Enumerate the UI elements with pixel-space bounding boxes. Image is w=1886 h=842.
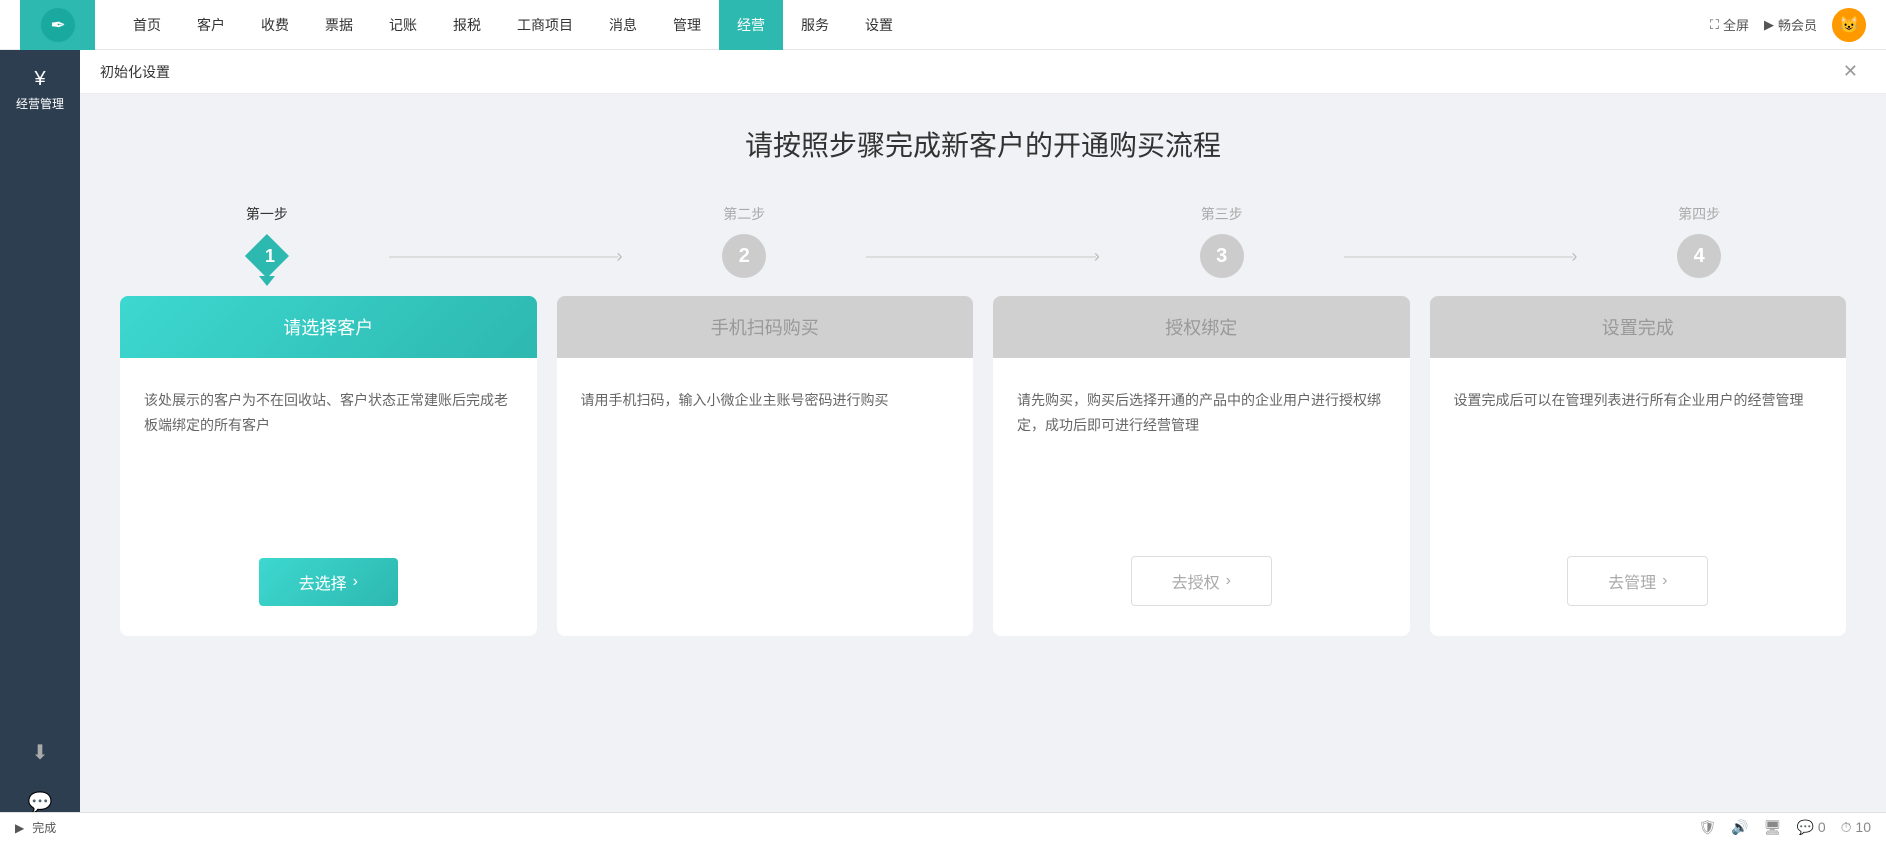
card4-footer: 去管理 › <box>1430 536 1847 636</box>
card4-btn[interactable]: 去管理 › <box>1567 556 1708 606</box>
card3-btn-arrow: › <box>1226 572 1231 590</box>
card1-btn-label: 去选择 <box>299 570 347 594</box>
sound-icon: 🔊 <box>1731 819 1748 836</box>
status-bar: ▶ 完成 🛡 🔊 🖥 💬 0 ⏱ 10 <box>0 812 1886 842</box>
svg-text:1: 1 <box>265 246 275 266</box>
card3-btn[interactable]: 去授权 › <box>1131 556 1272 606</box>
message-count: 💬 0 <box>1797 819 1826 836</box>
fullscreen-btn[interactable]: ⛶ 全屏 <box>1710 15 1749 34</box>
card4-header: 设置完成 <box>1430 296 1847 358</box>
card3-text: 请先购买，购买后选择开通的产品中的企业用户进行授权绑定，成功后即可进行经营管理 <box>1017 392 1381 433</box>
step1-circle: 1 <box>245 234 289 278</box>
top-navigation: ✒ 首页客户收费票据记账报税工商项目消息管理经营服务设置 ⛶ 全屏 ▶ 畅会员 … <box>0 0 1886 50</box>
card4-body: 设置完成后可以在管理列表进行所有企业用户的经营管理 <box>1430 358 1847 536</box>
shield-icon: 🛡 <box>1699 819 1717 836</box>
card1-btn-arrow: › <box>353 573 358 591</box>
nav-item-customer[interactable]: 客户 <box>179 0 243 50</box>
step2-label: 第二步 <box>723 204 765 224</box>
timer: ⏱ 10 <box>1841 819 1871 836</box>
timeline-step-3: 第三步 3 <box>1105 204 1339 278</box>
vip-icon: ▶ <box>1764 17 1774 33</box>
card4-text: 设置完成后可以在管理列表进行所有企业用户的经营管理 <box>1454 392 1804 408</box>
nav-item-service[interactable]: 服务 <box>783 0 847 50</box>
main-content: 初始化设置 ✕ 请按照步骤完成新客户的开通购买流程 第一步 1 <box>80 50 1886 842</box>
nav-item-fee[interactable]: 收费 <box>243 0 307 50</box>
nav-item-home[interactable]: 首页 <box>115 0 179 50</box>
app-logo: ✒ <box>20 0 95 50</box>
card4-btn-label: 去管理 <box>1608 569 1656 593</box>
card3-header: 授权绑定 <box>993 296 1410 358</box>
card4-btn-arrow: › <box>1662 572 1667 590</box>
nav-item-message[interactable]: 消息 <box>591 0 655 50</box>
nav-right: ⛶ 全屏 ▶ 畅会员 😺 <box>1710 8 1866 42</box>
step3-circle: 3 <box>1200 234 1244 278</box>
card1-btn[interactable]: 去选择 › <box>259 558 398 606</box>
step-card-4: 设置完成 设置完成后可以在管理列表进行所有企业用户的经营管理 去管理 › <box>1430 296 1847 636</box>
vip-label: 畅会员 <box>1778 15 1817 34</box>
fullscreen-icon: ⛶ <box>1710 17 1719 33</box>
process-area: 请按照步骤完成新客户的开通购买流程 第一步 1 <box>80 94 1886 666</box>
card3-btn-label: 去授权 <box>1172 569 1220 593</box>
process-heading: 请按照步骤完成新客户的开通购买流程 <box>120 124 1846 164</box>
timeline-step-2: 第二步 2 <box>627 204 861 278</box>
status-left: ▶ 完成 <box>15 819 56 836</box>
arrow-3-4: › <box>1339 246 1583 267</box>
step-card-1: 请选择客户 该处展示的客户为不在回收站、客户状态正常建账后完成老板端绑定的所有客… <box>120 296 537 636</box>
card4-title: 设置完成 <box>1602 318 1674 338</box>
nav-item-bookkeeping[interactable]: 记账 <box>371 0 435 50</box>
timeline-step-1: 第一步 1 <box>150 204 384 286</box>
arrow-1-2: › <box>384 246 628 267</box>
nav-item-settings[interactable]: 设置 <box>847 0 911 50</box>
nav-item-business[interactable]: 工商项目 <box>499 0 591 50</box>
arrow-2-3: › <box>861 246 1105 267</box>
step3-label: 第三步 <box>1201 204 1243 224</box>
nav-item-operation[interactable]: 经营 <box>719 0 783 50</box>
step4-label: 第四步 <box>1678 204 1720 224</box>
card2-title: 手机扫码购买 <box>711 318 819 338</box>
nav-item-tax[interactable]: 报税 <box>435 0 499 50</box>
sidebar-item-operation[interactable]: ¥ 经营管理 <box>5 60 75 120</box>
status-text: 完成 <box>32 819 56 836</box>
card1-body: 该处展示的客户为不在回收站、客户状态正常建账后完成老板端绑定的所有客户 <box>120 358 537 538</box>
avatar[interactable]: 😺 <box>1832 8 1866 42</box>
step-card-3: 授权绑定 请先购买，购买后选择开通的产品中的企业用户进行授权绑定，成功后即可进行… <box>993 296 1410 636</box>
fullscreen-label: 全屏 <box>1723 15 1749 34</box>
sidebar-item-label: 经营管理 <box>16 95 64 112</box>
sidebar: ¥ 经营管理 ⬇ 💬 <box>0 50 80 842</box>
play-icon: ▶ <box>15 821 24 835</box>
card2-text: 请用手机扫码，输入小微企业主账号密码进行购买 <box>581 392 889 408</box>
screen-icon: 🖥 <box>1764 819 1782 836</box>
step2-circle: 2 <box>722 234 766 278</box>
timeline: 第一步 1 › 第二步 2 <box>120 204 1846 286</box>
nav-items: 首页客户收费票据记账报税工商项目消息管理经营服务设置 <box>115 0 1710 50</box>
close-button[interactable]: ✕ <box>1835 57 1866 86</box>
vip-btn[interactable]: ▶ 畅会员 <box>1764 15 1817 34</box>
page-title: 初始化设置 <box>100 62 170 82</box>
card1-title: 请选择客户 <box>283 318 373 338</box>
logo-icon: ✒ <box>40 7 76 43</box>
card1-text: 该处展示的客户为不在回收站、客户状态正常建账后完成老板端绑定的所有客户 <box>144 392 508 433</box>
status-right: 🛡 🔊 🖥 💬 0 ⏱ 10 <box>1699 819 1872 836</box>
card2-footer <box>557 586 974 636</box>
card1-footer: 去选择 › <box>120 538 537 636</box>
step-card-2: 手机扫码购买 请用手机扫码，输入小微企业主账号密码进行购买 <box>557 296 974 636</box>
step4-circle: 4 <box>1677 234 1721 278</box>
card3-title: 授权绑定 <box>1165 318 1237 338</box>
nav-item-manage[interactable]: 管理 <box>655 0 719 50</box>
nav-item-invoice[interactable]: 票据 <box>307 0 371 50</box>
page-header: 初始化设置 ✕ <box>80 50 1886 94</box>
cards-row: 请选择客户 该处展示的客户为不在回收站、客户状态正常建账后完成老板端绑定的所有客… <box>120 296 1846 636</box>
card3-footer: 去授权 › <box>993 536 1410 636</box>
card1-header: 请选择客户 <box>120 296 537 358</box>
card3-body: 请先购买，购买后选择开通的产品中的企业用户进行授权绑定，成功后即可进行经营管理 <box>993 358 1410 536</box>
svg-text:😺: 😺 <box>1839 16 1859 34</box>
card2-header: 手机扫码购买 <box>557 296 974 358</box>
step1-label: 第一步 <box>246 204 288 224</box>
timeline-step-4: 第四步 4 <box>1582 204 1816 278</box>
operation-icon: ¥ <box>34 68 45 91</box>
svg-text:✒: ✒ <box>50 15 65 35</box>
download-btn[interactable]: ⬇ <box>20 732 60 772</box>
card2-body: 请用手机扫码，输入小微企业主账号密码进行购买 <box>557 358 974 586</box>
